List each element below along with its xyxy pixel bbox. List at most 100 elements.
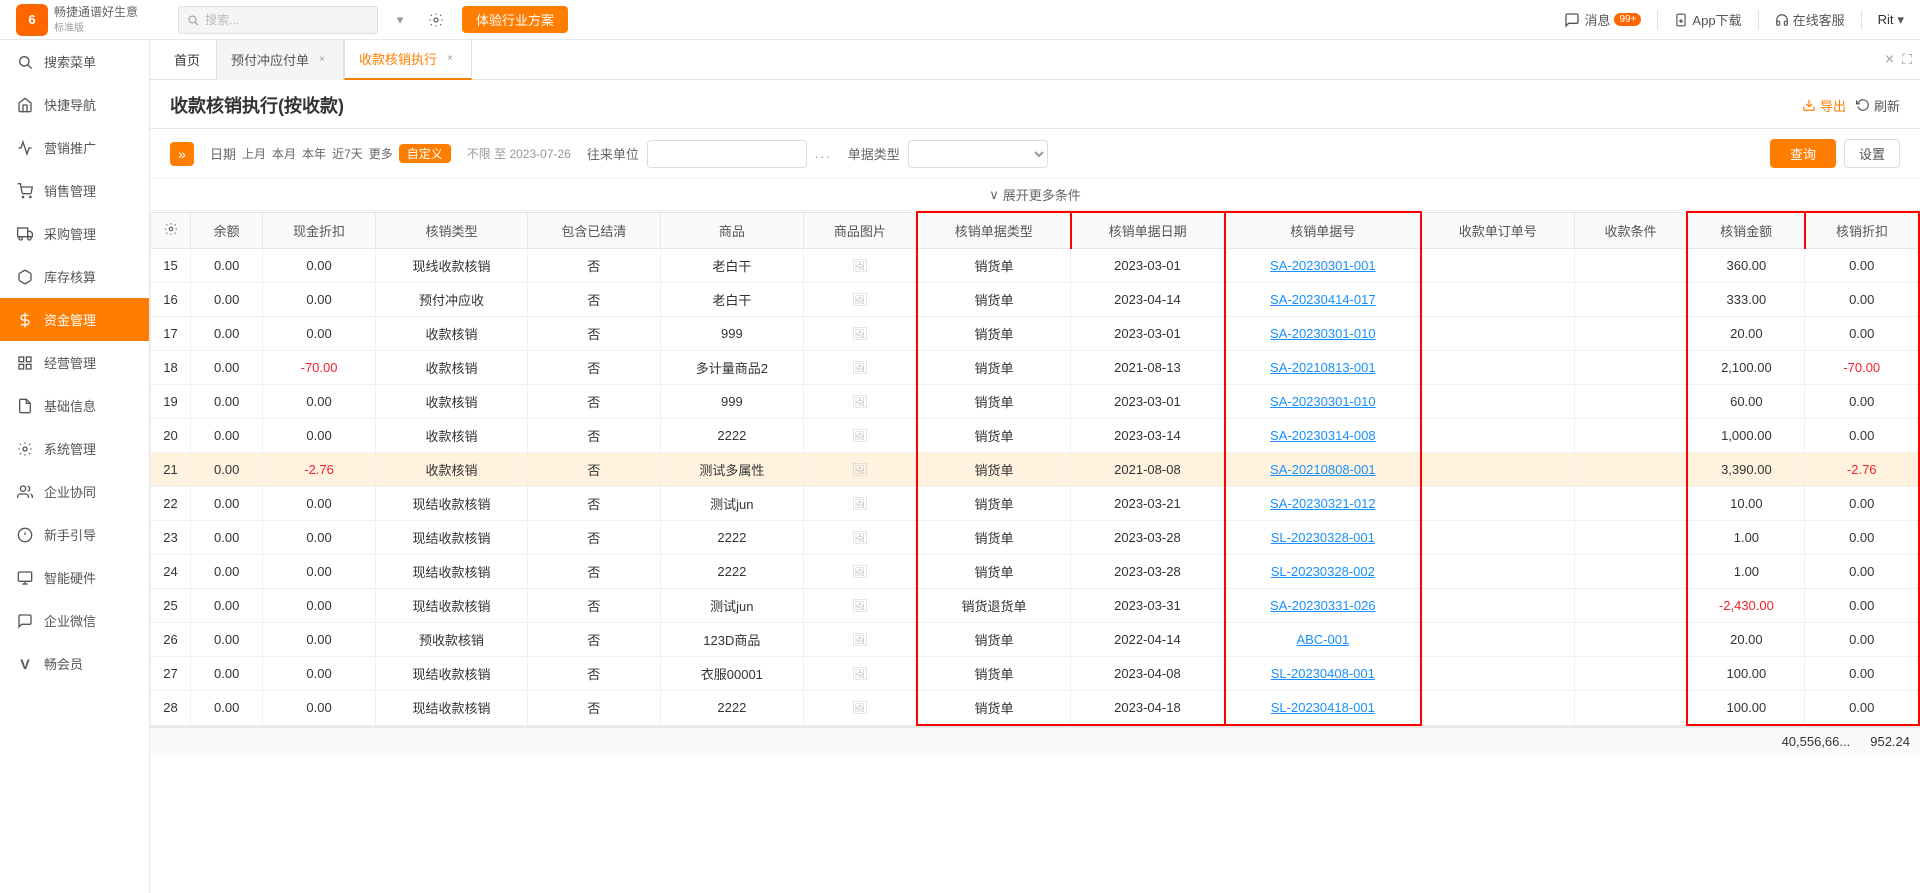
cell-cancel-amount: -2,430.00 — [1687, 589, 1805, 623]
app-download-item[interactable]: App下载 — [1674, 10, 1741, 29]
cell-cash-discount: 0.00 — [263, 487, 375, 521]
sidebar-item-collab[interactable]: 企业协同 — [0, 470, 149, 513]
cell-goods-img: 🖼 — [804, 351, 917, 385]
cell-cancel-type: 现结收款核销 — [375, 487, 527, 521]
sidebar-item-operations[interactable]: 经营管理 — [0, 341, 149, 384]
cell-receipt-order-no — [1421, 487, 1574, 521]
sidebar-item-purchase[interactable]: 采购管理 — [0, 212, 149, 255]
cell-cancel-bill-date[interactable]: 2022-04-14 — [1071, 623, 1225, 657]
cell-cancel-bill-date[interactable]: 2023-03-01 — [1071, 317, 1225, 351]
cell-receipt-order-no — [1421, 283, 1574, 317]
row-id: 18 — [151, 351, 191, 385]
counterpart-input[interactable] — [647, 140, 807, 168]
online-service-item[interactable]: 在线客服 — [1775, 10, 1845, 29]
cell-include-settled: 否 — [528, 351, 660, 385]
bill-type-select[interactable] — [908, 140, 1048, 168]
window-expand-icon[interactable]: ⛶ — [1902, 51, 1912, 68]
refresh-button[interactable]: 刷新 — [1856, 96, 1900, 115]
sidebar-item-quick-nav[interactable]: 快捷导航 — [0, 83, 149, 126]
cell-cash-discount: 0.00 — [263, 589, 375, 623]
th-cancel-bill-no: 核销单据号 — [1225, 212, 1421, 249]
cell-goods: 测试jun — [660, 589, 804, 623]
sidebar-item-marketing[interactable]: 营销推广 — [0, 126, 149, 169]
cell-cancel-bill-date[interactable]: 2023-03-01 — [1071, 249, 1225, 283]
sidebar-item-label: 系统管理 — [44, 439, 96, 458]
tab-receipt-cancel[interactable]: 收款核销执行 × — [344, 40, 472, 80]
table-row: 190.000.00收款核销否999🖼销货单2023-03-01SA-20230… — [151, 385, 1920, 419]
query-button[interactable]: 查询 — [1770, 139, 1836, 168]
cell-cancel-discount: 0.00 — [1805, 589, 1919, 623]
th-settings[interactable] — [151, 212, 191, 249]
cell-cancel-bill-no: SA-20230301-010 — [1225, 317, 1421, 351]
tab-close-receipt-cancel[interactable]: × — [443, 52, 457, 66]
gear-icon[interactable] — [422, 6, 450, 34]
export-button[interactable]: 导出 — [1802, 96, 1846, 115]
cell-cancel-amount: 20.00 — [1687, 317, 1805, 351]
cell-cancel-bill-date[interactable]: 2023-04-14 — [1071, 283, 1225, 317]
th-cancel-bill-type: 核销单据类型 — [917, 212, 1071, 249]
filter-custom[interactable]: 自定义 — [399, 144, 451, 163]
main-content: 首页 预付冲应付单 × 收款核销执行 × × ⛶ 收款核销执行(按收款) 导出 — [150, 40, 1920, 893]
cell-receipt-order-no — [1421, 623, 1574, 657]
service-icon — [1775, 13, 1789, 27]
cell-cancel-bill-date[interactable]: 2023-03-28 — [1071, 521, 1225, 555]
sidebar-item-hardware[interactable]: 智能硬件 — [0, 556, 149, 599]
sidebar-item-guide[interactable]: 新手引导 — [0, 513, 149, 556]
cell-include-settled: 否 — [528, 691, 660, 726]
top-search-box[interactable]: 搜索... — [178, 6, 378, 34]
filter-this-month[interactable]: 本月 — [272, 145, 296, 162]
sidebar-item-sales[interactable]: 销售管理 — [0, 169, 149, 212]
row-id: 21 — [151, 453, 191, 487]
cell-cancel-bill-type: 销货退货单 — [917, 589, 1071, 623]
tab-prepay[interactable]: 预付冲应付单 × — [216, 40, 344, 80]
filter-last-month[interactable]: 上月 — [242, 145, 266, 162]
cell-receipt-condition — [1574, 657, 1687, 691]
settings-button[interactable]: 设置 — [1844, 139, 1900, 168]
user-name-item[interactable]: Rit ▾ — [1878, 12, 1904, 28]
expand-more-button[interactable]: ∨ 展开更多条件 — [989, 185, 1081, 204]
cell-cancel-bill-date[interactable]: 2021-08-08 — [1071, 453, 1225, 487]
filter-more[interactable]: 更多 — [369, 145, 393, 162]
cell-cancel-discount: 0.00 — [1805, 283, 1919, 317]
tab-bar: 首页 预付冲应付单 × 收款核销执行 × × ⛶ — [150, 40, 1920, 80]
cell-cancel-bill-date[interactable]: 2023-03-21 — [1071, 487, 1225, 521]
trial-button[interactable]: 体验行业方案 — [462, 6, 568, 33]
purchase-icon — [16, 225, 34, 243]
sidebar-item-wechat[interactable]: 企业微信 — [0, 599, 149, 642]
cell-cancel-bill-date[interactable]: 2023-03-28 — [1071, 555, 1225, 589]
cell-cancel-bill-date[interactable]: 2023-03-31 — [1071, 589, 1225, 623]
cell-cancel-bill-date[interactable]: 2023-04-08 — [1071, 657, 1225, 691]
cell-cancel-type: 收款核销 — [375, 317, 527, 351]
sidebar-item-inventory[interactable]: 库存核算 — [0, 255, 149, 298]
cell-receipt-order-no — [1421, 351, 1574, 385]
date-range-display: 不限 至 2023-07-26 — [467, 145, 571, 162]
sidebar-item-finance[interactable]: 资金管理 — [0, 298, 149, 341]
cell-cancel-bill-date[interactable]: 2021-08-13 — [1071, 351, 1225, 385]
tab-home[interactable]: 首页 — [158, 40, 216, 80]
expand-button[interactable]: » — [170, 142, 194, 166]
date-label: 日期 — [210, 144, 236, 163]
cell-balance: 0.00 — [191, 351, 263, 385]
th-receipt-condition: 收款条件 — [1574, 212, 1687, 249]
cell-cancel-bill-date[interactable]: 2023-03-01 — [1071, 385, 1225, 419]
cell-goods: 测试多属性 — [660, 453, 804, 487]
chevron-down-icon[interactable]: ▾ — [390, 10, 410, 30]
cell-goods-img: 🖼 — [804, 487, 917, 521]
cell-cancel-type: 预付冲应收 — [375, 283, 527, 317]
filter-last7[interactable]: 近7天 — [332, 145, 363, 162]
cell-receipt-order-no — [1421, 521, 1574, 555]
cell-cash-discount: 0.00 — [263, 521, 375, 555]
message-item[interactable]: 消息 99+ — [1564, 10, 1641, 29]
sidebar-item-system[interactable]: 系统管理 — [0, 427, 149, 470]
sidebar-item-basic[interactable]: 基础信息 — [0, 384, 149, 427]
filter-this-year[interactable]: 本年 — [302, 145, 326, 162]
sidebar-item-label: 销售管理 — [44, 181, 96, 200]
cell-receipt-order-no — [1421, 453, 1574, 487]
cell-cancel-bill-date[interactable]: 2023-03-14 — [1071, 419, 1225, 453]
cell-cancel-bill-date[interactable]: 2023-04-18 — [1071, 691, 1225, 726]
sidebar-item-search[interactable]: 搜索菜单 — [0, 40, 149, 83]
sidebar-item-member[interactable]: V 畅会员 — [0, 642, 149, 685]
page-content: 收款核销执行(按收款) 导出 刷新 » 日期 上月 本 — [150, 80, 1920, 893]
window-close-icon[interactable]: × — [1885, 51, 1894, 69]
tab-close-prepay[interactable]: × — [315, 53, 329, 67]
